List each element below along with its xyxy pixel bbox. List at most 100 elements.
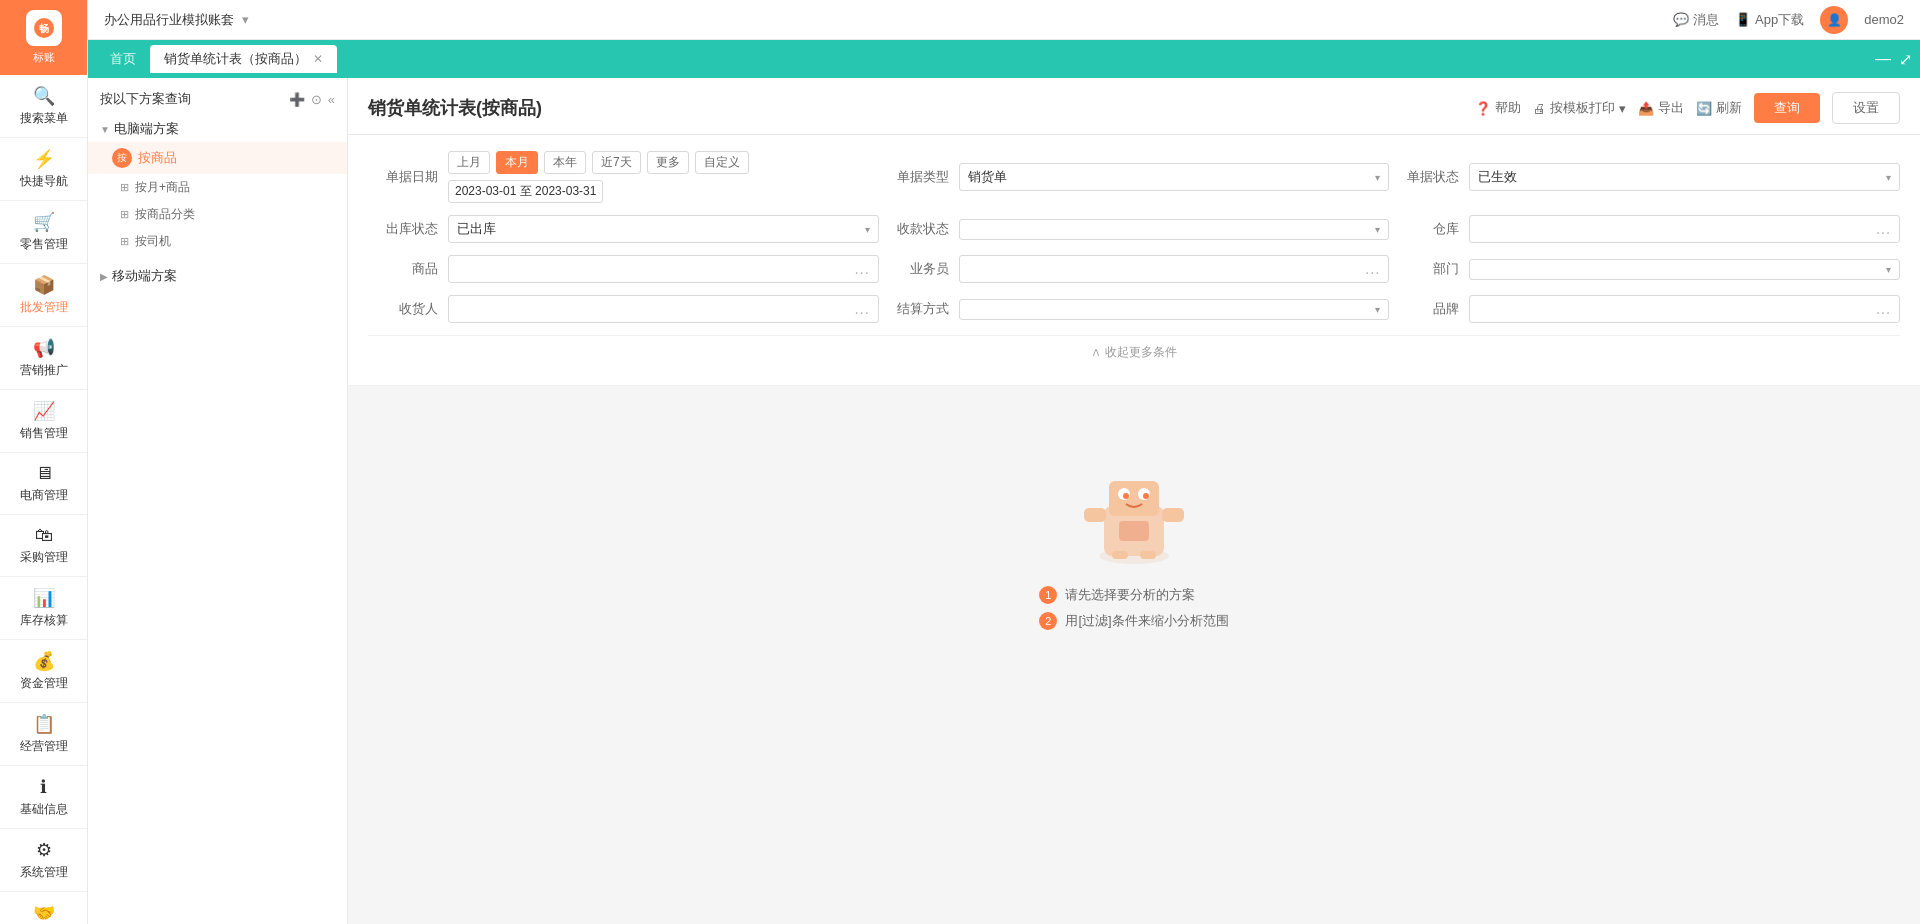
- warehouse-input[interactable]: …: [1469, 215, 1900, 243]
- tab-bar: 首页 销货单统计表（按商品） ✕ — ⤢: [88, 40, 1920, 78]
- logo-area[interactable]: 畅 标账: [0, 0, 87, 75]
- empty-illustration: [1074, 466, 1194, 566]
- empty-state: 1 请先选择要分析的方案 2 用[过滤]条件来缩小分析范围: [348, 386, 1920, 710]
- svg-rect-12: [1112, 551, 1128, 559]
- sidebar-item-wholesale[interactable]: 📦 批发管理: [0, 264, 87, 327]
- salesperson-input[interactable]: …: [959, 255, 1390, 283]
- app-download-btn[interactable]: 📱 App下载: [1735, 11, 1804, 29]
- export-btn[interactable]: 📤 导出: [1638, 99, 1684, 117]
- sidebar-item-retail[interactable]: 🛒 零售管理: [0, 201, 87, 264]
- enterprise-icon: 🤝: [33, 902, 55, 924]
- tab-sales-stat[interactable]: 销货单统计表（按商品） ✕: [150, 45, 337, 73]
- payment-method-label: 结算方式: [879, 300, 959, 318]
- salesperson-label: 业务员: [879, 260, 959, 278]
- filter-row-1: 单据日期 上月 本月 本年 近7天 更多 自定义 2023-03-01 至 20…: [368, 151, 1900, 203]
- dept-select[interactable]: ▾: [1469, 259, 1900, 280]
- scheme-item-by-cashier[interactable]: ⊞ 按司机: [88, 228, 347, 255]
- quick-nav-icon: ⚡: [33, 148, 55, 170]
- svg-rect-9: [1119, 521, 1149, 541]
- mobile-scheme-section: ▶ 移动端方案: [88, 263, 347, 297]
- sidebar-item-system[interactable]: ⚙ 系统管理: [0, 829, 87, 892]
- brand-control: …: [1469, 295, 1900, 323]
- doc-status-dropdown-icon: ▾: [1886, 172, 1891, 183]
- this-month-btn[interactable]: 本月: [496, 151, 538, 174]
- custom-btn[interactable]: 自定义: [695, 151, 749, 174]
- print-icon: 🖨: [1533, 101, 1546, 116]
- more-btn[interactable]: 更多: [647, 151, 689, 174]
- desktop-scheme-label: 电脑端方案: [114, 120, 179, 138]
- right-content: 销货单统计表(按商品) ❓ 帮助 🖨 按模板打印 ▾ 📤 导出: [348, 78, 1920, 924]
- settings-btn[interactable]: 设置: [1832, 92, 1900, 124]
- collapse-bar[interactable]: ∧ 收起更多条件: [368, 335, 1900, 369]
- tab-close-icon[interactable]: ✕: [313, 53, 323, 65]
- doc-type-select[interactable]: 销货单 ▾: [959, 163, 1390, 191]
- sidebar-item-quick-nav[interactable]: ⚡ 快捷导航: [0, 138, 87, 201]
- query-btn[interactable]: 查询: [1754, 93, 1820, 123]
- svg-point-7: [1123, 493, 1129, 499]
- payment-method-select[interactable]: ▾: [959, 299, 1390, 320]
- last-7-btn[interactable]: 近7天: [592, 151, 641, 174]
- sidebar-item-inventory[interactable]: 📊 库存核算: [0, 577, 87, 640]
- sidebar-item-operation[interactable]: 📋 经营管理: [0, 703, 87, 766]
- help-btn[interactable]: ❓ 帮助: [1475, 99, 1521, 117]
- industry-dropdown-icon[interactable]: ▾: [242, 12, 249, 27]
- sidebar-item-purchase[interactable]: 🛍 采购管理: [0, 515, 87, 577]
- tip-num-2: 2: [1039, 612, 1057, 630]
- salesperson-dots[interactable]: …: [1364, 260, 1380, 278]
- settings-scheme-icon[interactable]: ⊙: [311, 92, 322, 107]
- sidebar-item-search[interactable]: 🔍 搜索菜单: [0, 75, 87, 138]
- left-panel-icons: ➕ ⊙ «: [289, 92, 335, 107]
- product-dots[interactable]: …: [854, 260, 870, 278]
- brand-dots[interactable]: …: [1875, 300, 1891, 318]
- desktop-scheme-section: ▼ 电脑端方案 按 按商品 ⊞ 按月+商品 ⊞ 按商品分类 ⊞ 按司机: [88, 116, 347, 263]
- add-scheme-icon[interactable]: ➕: [289, 92, 305, 107]
- scheme-item-by-product[interactable]: 按 按商品: [88, 142, 347, 174]
- page-actions: ❓ 帮助 🖨 按模板打印 ▾ 📤 导出 🔄 刷新: [1475, 92, 1900, 124]
- sidebar-item-enterprise[interactable]: 🤝 企业协同: [0, 892, 87, 924]
- receiver-dots[interactable]: …: [854, 300, 870, 318]
- desktop-scheme-header[interactable]: ▼ 电脑端方案: [88, 116, 347, 142]
- recv-status-select[interactable]: ▾: [959, 219, 1390, 240]
- top-header: 办公用品行业模拟账套 ▾ 💬 消息 📱 App下载 👤 demo2: [88, 0, 1920, 40]
- mobile-scheme-header[interactable]: ▶ 移动端方案: [88, 263, 347, 289]
- warehouse-dots[interactable]: …: [1875, 220, 1891, 238]
- purchase-icon: 🛍: [35, 525, 53, 546]
- sidebar-item-sales[interactable]: 📈 销售管理: [0, 390, 87, 453]
- warehouse-control: …: [1469, 215, 1900, 243]
- help-icon: ❓: [1475, 101, 1491, 116]
- refresh-btn[interactable]: 🔄 刷新: [1696, 99, 1742, 117]
- sidebar-item-ecom[interactable]: 🖥 电商管理: [0, 453, 87, 515]
- tab-home[interactable]: 首页: [96, 45, 150, 73]
- scheme-by-product-month-label: 按月+商品: [135, 179, 190, 196]
- wholesale-icon: 📦: [33, 274, 55, 296]
- doc-status-select[interactable]: 已生效 ▾: [1469, 163, 1900, 191]
- sidebar-item-marketing[interactable]: 📢 营销推广: [0, 327, 87, 390]
- brand-input[interactable]: …: [1469, 295, 1900, 323]
- filter-row-2: 出库状态 已出库 ▾ 收款状态 ▾ 仓库: [368, 215, 1900, 243]
- svg-rect-11: [1162, 508, 1184, 522]
- industry-label: 办公用品行业模拟账套: [104, 11, 234, 29]
- message-icon: 💬: [1673, 12, 1689, 27]
- date-range[interactable]: 2023-03-01 至 2023-03-31: [448, 180, 603, 203]
- message-btn[interactable]: 💬 消息: [1673, 11, 1719, 29]
- retail-icon: 🛒: [33, 211, 55, 233]
- page-title-bar: 销货单统计表(按商品) ❓ 帮助 🖨 按模板打印 ▾ 📤 导出: [348, 78, 1920, 135]
- template-print-btn[interactable]: 🖨 按模板打印 ▾: [1533, 99, 1626, 117]
- tab-minimize-icon[interactable]: —: [1875, 50, 1891, 69]
- product-input[interactable]: …: [448, 255, 879, 283]
- main-content: 办公用品行业模拟账套 ▾ 💬 消息 📱 App下载 👤 demo2 首页 销货单…: [88, 0, 1920, 924]
- scheme-item-by-product-month[interactable]: ⊞ 按月+商品: [88, 174, 347, 201]
- receiver-input[interactable]: …: [448, 295, 879, 323]
- print-dropdown-icon: ▾: [1619, 101, 1626, 116]
- sidebar-item-basic[interactable]: ℹ 基础信息: [0, 766, 87, 829]
- user-avatar[interactable]: 👤: [1820, 6, 1848, 34]
- grid-icon-3: ⊞: [120, 235, 129, 248]
- last-month-btn[interactable]: 上月: [448, 151, 490, 174]
- this-year-btn[interactable]: 本年: [544, 151, 586, 174]
- tab-expand-icon[interactable]: ⤢: [1899, 50, 1912, 69]
- sidebar-item-finance[interactable]: 💰 资金管理: [0, 640, 87, 703]
- svg-point-8: [1143, 493, 1149, 499]
- collapse-panel-icon[interactable]: «: [328, 92, 335, 107]
- scheme-item-by-product-cat[interactable]: ⊞ 按商品分类: [88, 201, 347, 228]
- out-status-select[interactable]: 已出库 ▾: [448, 215, 879, 243]
